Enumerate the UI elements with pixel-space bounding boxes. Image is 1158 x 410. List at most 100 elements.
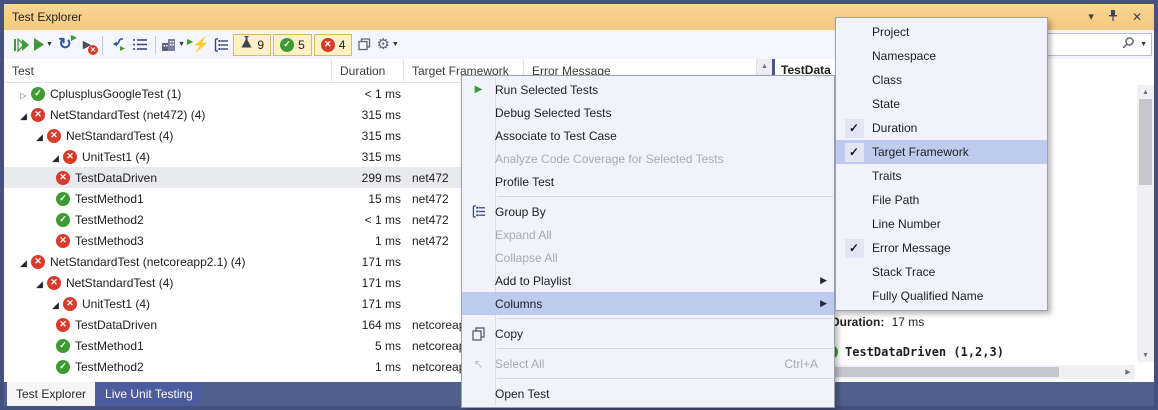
test-name: CplusplusGoogleTest (1) <box>50 86 182 101</box>
menu-item-label: Collapse All <box>495 250 558 265</box>
pin-icon[interactable] <box>1108 9 1118 25</box>
tab-test-explorer[interactable]: Test Explorer <box>7 382 96 406</box>
test-name: NetStandardTest (4) <box>66 128 174 143</box>
expander-icon[interactable] <box>32 277 47 289</box>
menu-item-label: Copy <box>495 326 524 341</box>
failed-tests-toggle[interactable]: ✕ 4 <box>313 33 353 56</box>
duration-cell: 1 ms <box>374 233 401 248</box>
menu-item-label: Add to Playlist <box>495 273 572 288</box>
menu-item-profile-test[interactable]: Profile Test <box>462 170 834 193</box>
run-dropdown-chevron-icon[interactable]: ▼ <box>46 41 53 48</box>
total-tests-toggle[interactable]: 9 <box>233 33 272 56</box>
menu-item-associate-to-test-case[interactable]: Associate to Test Case <box>462 124 834 147</box>
scroll-down-icon[interactable]: ▼ <box>1137 348 1154 362</box>
search-box[interactable]: ▼ <box>1046 33 1152 56</box>
menu-item-label: Target Framework <box>872 145 969 159</box>
detail-result-case[interactable]: TestDataDriven (1,2,3) <box>824 345 1004 359</box>
run-tests-button[interactable]: ▼ <box>33 34 53 56</box>
scroll-right-icon[interactable]: ▶ <box>1121 368 1135 376</box>
submenu-item-state[interactable]: State <box>836 92 1047 116</box>
toolbar-separator <box>155 35 156 54</box>
beaker-icon <box>240 35 253 54</box>
test-name: UnitTest1 (4) <box>82 296 151 311</box>
layers-button[interactable] <box>354 34 374 56</box>
detail-duration-line: Duration: 17 ms <box>831 315 924 329</box>
failed-icon <box>56 317 70 332</box>
submenu-item-stack-trace[interactable]: Stack Trace <box>836 260 1047 284</box>
expander-icon[interactable] <box>32 130 47 142</box>
menu-item-debug-selected-tests[interactable]: Debug Selected Tests <box>462 101 834 124</box>
group-dropdown-chevron-icon[interactable]: ▼ <box>178 41 185 48</box>
scrollbar-thumb[interactable] <box>1139 99 1152 185</box>
menu-item-label: Namespace <box>872 49 937 63</box>
search-input[interactable] <box>1047 34 1123 55</box>
run-tests-after-build-button[interactable] <box>108 34 128 56</box>
submenu-item-file-path[interactable]: File Path <box>836 188 1047 212</box>
test-name: TestMethod2 <box>75 212 144 227</box>
submenu-arrow-icon: ▶ <box>820 275 827 285</box>
menu-item-group-by[interactable]: Group By <box>462 200 834 223</box>
test-name: NetStandardTest (4) <box>66 275 174 290</box>
menu-item-run-selected-tests[interactable]: ▶ Run Selected Tests <box>462 78 834 101</box>
menu-item-collapse-all: Collapse All <box>462 246 834 269</box>
expander-icon[interactable] <box>16 88 31 100</box>
passed-tests-toggle[interactable]: ✓ 5 <box>273 33 312 56</box>
failed-icon <box>47 128 61 143</box>
submenu-item-duration[interactable]: ✓ Duration <box>836 116 1047 140</box>
settings-dropdown-chevron-icon[interactable]: ▼ <box>392 41 399 48</box>
submenu-item-traits[interactable]: Traits <box>836 164 1047 188</box>
submenu-item-fully-qualified-name[interactable]: Fully Qualified Name <box>836 284 1047 308</box>
close-icon[interactable]: ✕ <box>1132 11 1142 23</box>
menu-item-select-all: ↖ Select All Ctrl+A <box>462 352 834 375</box>
submenu-item-class[interactable]: Class <box>836 68 1047 92</box>
column-header-duration[interactable]: Duration <box>332 59 404 82</box>
submenu-item-line-number[interactable]: Line Number <box>836 212 1047 236</box>
settings-button[interactable]: ⚙ ▼ <box>376 34 398 56</box>
menu-item-add-to-playlist[interactable]: Add to Playlist ▶ <box>462 269 834 292</box>
scrollbar-thumb[interactable] <box>817 367 1059 377</box>
duration-cell: 171 ms <box>361 296 401 311</box>
repeat-last-run-button[interactable]: ↻ ▶ <box>55 33 77 56</box>
scroll-up-icon[interactable]: ▲ <box>1137 85 1154 99</box>
window-menu-chevron-icon[interactable]: ▾ <box>1088 11 1094 23</box>
search-dropdown-chevron-icon[interactable]: ▼ <box>1140 41 1147 48</box>
submenu-item-target-framework[interactable]: ✓ Target Framework <box>836 140 1047 164</box>
playlist-button[interactable] <box>130 34 150 56</box>
toolbar-separator <box>102 35 103 54</box>
test-name: TestMethod1 <box>75 191 144 206</box>
duration-label: Duration: <box>831 315 885 329</box>
failed-icon <box>56 170 70 185</box>
hierarchy-view-button[interactable] <box>211 34 231 56</box>
cancel-run-button[interactable]: ▶ ✕ <box>77 34 98 56</box>
menu-item-columns[interactable]: Columns ▶ <box>462 292 834 315</box>
passed-check-icon: ✓ <box>280 37 295 52</box>
search-icon[interactable] <box>1122 36 1135 54</box>
menu-item-open-test[interactable]: Open Test <box>462 382 834 405</box>
submenu-item-error-message[interactable]: ✓ Error Message <box>836 236 1047 260</box>
submenu-item-namespace[interactable]: Namespace <box>836 44 1047 68</box>
group-by-icon <box>462 205 495 218</box>
menu-item-copy[interactable]: Copy <box>462 322 834 345</box>
duration-cell: 315 ms <box>361 107 401 122</box>
expander-icon[interactable] <box>48 151 63 163</box>
group-by-project-button[interactable]: ▼ <box>161 34 185 56</box>
scroll-up-icon[interactable]: ▲ <box>757 59 772 74</box>
scrollbar-track[interactable] <box>791 365 1121 379</box>
run-all-tests-button[interactable] <box>11 34 31 56</box>
menu-item-label: Group By <box>495 204 546 219</box>
result-case-name: TestDataDriven (1,2,3) <box>845 345 1004 359</box>
passed-count: 5 <box>298 37 305 52</box>
live-unit-testing-button[interactable]: ▶ ⚡ <box>187 34 209 56</box>
context-menu: ▶ Run Selected Tests Debug Selected Test… <box>461 75 835 408</box>
tab-live-unit-testing[interactable]: Live Unit Testing <box>96 382 202 406</box>
expander-icon[interactable] <box>16 109 31 121</box>
expander-icon[interactable] <box>48 298 63 310</box>
expander-icon[interactable] <box>16 256 31 268</box>
column-header-test[interactable]: Test <box>4 59 332 82</box>
duration-cell: 299 ms <box>361 170 401 185</box>
detail-vertical-scrollbar[interactable]: ▲ ▼ <box>1137 85 1154 362</box>
submenu-item-project[interactable]: Project <box>836 20 1047 44</box>
menu-item-label: Columns <box>495 296 543 311</box>
passed-icon <box>56 212 70 227</box>
menu-item-label: Select All <box>495 356 545 371</box>
